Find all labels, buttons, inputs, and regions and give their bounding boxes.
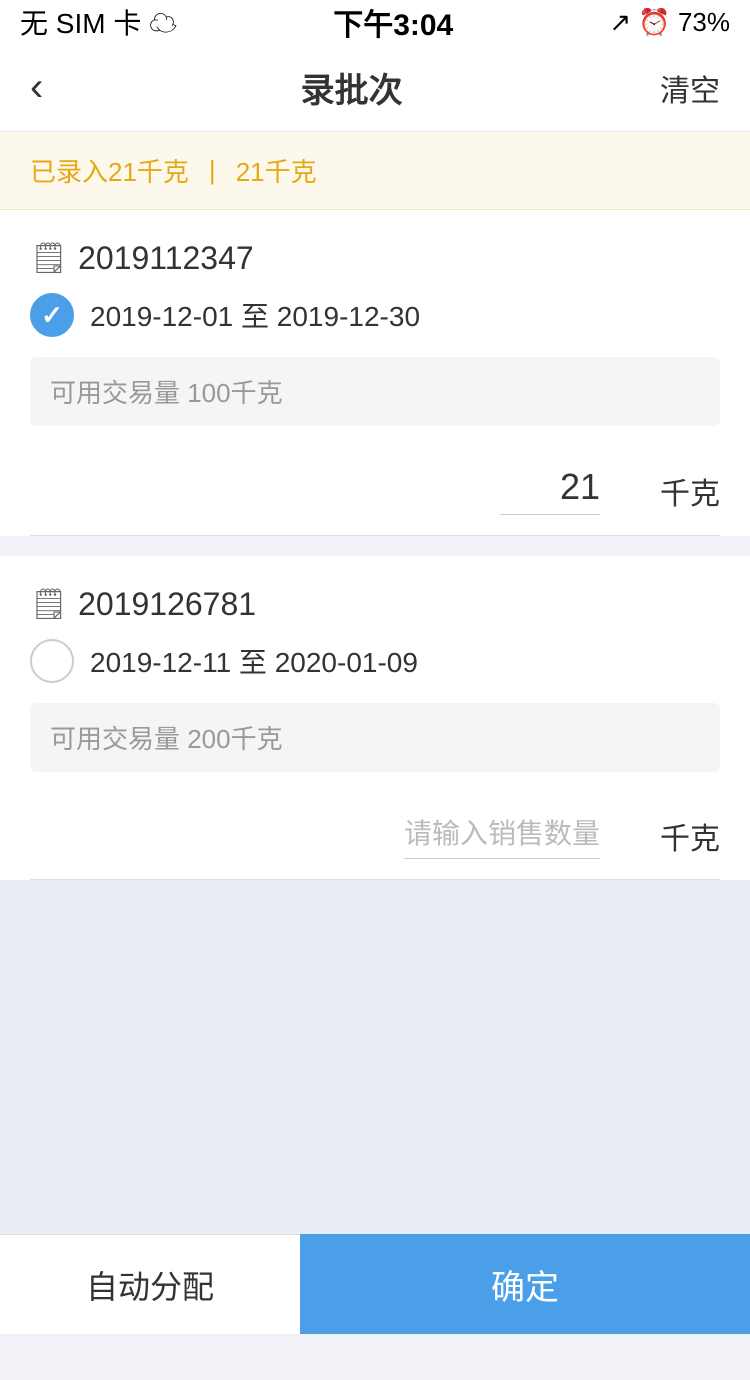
batch-item-1-inner: 🗒 2019112347 2019-12-01 至 2019-12-30 可用交… [0,210,750,426]
batch-id-row-2: 🗒 2019126781 [30,586,720,623]
battery-icon: ↗ ⏰ 73% [609,7,730,38]
batch-date-row-2: 2019-12-11 至 2020-01-09 [30,639,720,683]
status-bar: 无 SIM 卡 ☁ 下午3:04 ↗ ⏰ 73% [0,0,750,44]
batch-date-2: 2019-12-11 至 2020-01-09 [90,641,418,681]
batch-item-1: 🗒 2019112347 2019-12-01 至 2019-12-30 可用交… [0,210,750,536]
back-button[interactable]: ‹ [30,65,43,110]
status-left: 无 SIM 卡 ☁ [20,2,177,42]
qty-input-row-1: 21 千克 [0,446,750,535]
content-area: 🗒 2019112347 2019-12-01 至 2019-12-30 可用交… [0,210,750,1380]
batch-icon-2: 🗒 [30,587,68,622]
batch-date-1: 2019-12-01 至 2019-12-30 [90,295,420,335]
avail-qty-text-2: 可用交易量 200千克 [50,724,283,754]
batch-date-row-1: 2019-12-01 至 2019-12-30 [30,293,720,337]
qty-unit-2: 千克 [660,814,720,858]
empty-area [0,880,750,1280]
summary-bar: 已录入21千克 | 21千克 [0,132,750,210]
page-container: 无 SIM 卡 ☁ 下午3:04 ↗ ⏰ 73% ‹ 录批次 清空 已录入21千… [0,0,750,1380]
batch-radio-2[interactable] [30,639,74,683]
auto-distribute-button[interactable]: 自动分配 [0,1234,300,1334]
batch-separator [0,536,750,556]
confirm-button[interactable]: 确定 [300,1234,750,1334]
qty-value-1[interactable]: 21 [500,466,600,515]
avail-qty-row-2: 可用交易量 200千克 [30,703,720,772]
status-time: 下午3:04 [333,0,453,44]
batch-item-2: 🗒 2019126781 2019-12-11 至 2020-01-09 可用交… [0,556,750,880]
batch-id-2: 2019126781 [78,586,256,623]
batch-item-2-inner: 🗒 2019126781 2019-12-11 至 2020-01-09 可用交… [0,556,750,772]
summary-total: 21千克 [236,152,317,189]
qty-unit-1: 千克 [660,469,720,513]
summary-recorded: 已录入21千克 [30,152,189,189]
status-right: ↗ ⏰ 73% [609,7,730,38]
qty-input-row-2: 请输入销售数量 千克 [0,792,750,879]
nav-bar: ‹ 录批次 清空 [0,44,750,132]
avail-qty-text-1: 可用交易量 100千克 [50,378,283,408]
batch-icon-1: 🗒 [30,241,68,276]
bottom-bar: 自动分配 确定 [0,1234,750,1334]
avail-qty-row-1: 可用交易量 100千克 [30,357,720,426]
batch-id-row-1: 🗒 2019112347 [30,240,720,277]
batch-radio-1[interactable] [30,293,74,337]
batch-id-1: 2019112347 [78,240,254,277]
clear-button[interactable]: 清空 [660,66,720,110]
qty-placeholder-2[interactable]: 请输入销售数量 [404,812,600,859]
page-title: 录批次 [301,63,403,112]
summary-divider: | [209,155,216,186]
